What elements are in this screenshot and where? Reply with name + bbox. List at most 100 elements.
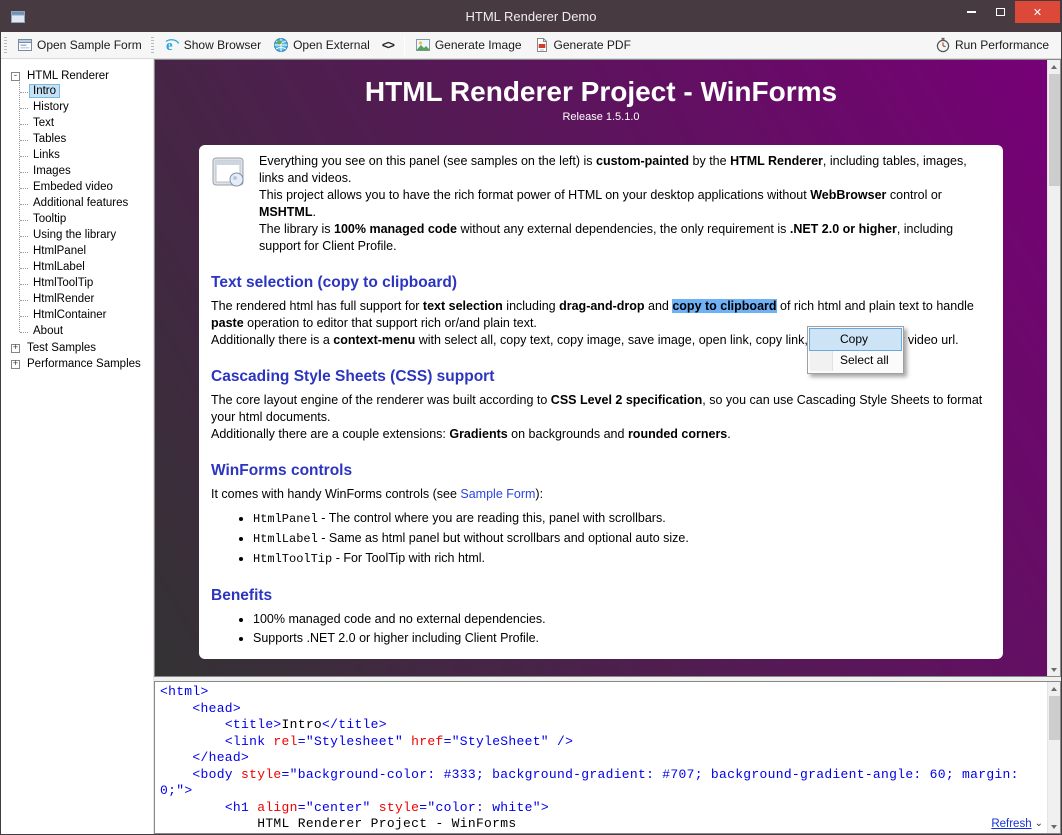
refresh-link[interactable]: Refresh bbox=[991, 818, 1031, 830]
code-line: <link rel="Stylesheet" href="StyleSheet"… bbox=[224, 733, 574, 749]
text-segment: HtmlLabel bbox=[253, 532, 318, 546]
html-source-editor[interactable]: <html> <head> <title>Intro</title> <link… bbox=[155, 682, 1047, 833]
text-segment: CSS Level 2 specification bbox=[550, 393, 703, 407]
scroll-down-icon[interactable] bbox=[1048, 663, 1061, 676]
text-segment: The rendered html has full support for bbox=[211, 299, 423, 313]
show-browser-button[interactable]: e Show Browser bbox=[158, 34, 267, 56]
run-performance-button[interactable]: Run Performance bbox=[929, 34, 1055, 56]
tree-item-label: Using the library bbox=[33, 229, 117, 241]
tree-item-label: History bbox=[33, 101, 69, 113]
text-segment: HtmlToolTip bbox=[253, 552, 333, 566]
css-paragraph: The core layout engine of the renderer w… bbox=[211, 392, 991, 443]
window-title: HTML Renderer Demo bbox=[465, 9, 597, 24]
text-segment: This project allows you to have the rich… bbox=[259, 188, 811, 202]
text-segment: control or bbox=[886, 188, 942, 202]
tree-item-label: Embeded video bbox=[33, 181, 113, 193]
open-external-button[interactable]: Open External bbox=[267, 34, 376, 56]
stopwatch-icon bbox=[935, 37, 951, 53]
scrollbar-thumb[interactable] bbox=[1049, 74, 1060, 186]
collapse-icon[interactable]: - bbox=[11, 71, 20, 81]
text-segment: .NET 2.0 or higher bbox=[789, 222, 897, 236]
form-icon bbox=[17, 37, 33, 53]
tree-node-test-samples[interactable]: + Test Samples bbox=[11, 340, 153, 356]
tree-item-links[interactable]: Links bbox=[15, 148, 153, 164]
tree-item-history[interactable]: History bbox=[15, 100, 153, 116]
tree-item-label: About bbox=[33, 325, 64, 337]
tree-item-htmlrender[interactable]: HtmlRender bbox=[15, 292, 153, 308]
tree-item-label: Intro bbox=[28, 84, 61, 98]
generate-pdf-button[interactable]: Generate PDF bbox=[528, 34, 637, 56]
tree-children: Intro History Text Tables Links Images Embeded… bbox=[15, 82, 153, 340]
html-source-panel: <html> <head> <title>Intro</title> <link… bbox=[154, 681, 1061, 834]
context-menu-item-copy[interactable]: Copy bbox=[809, 328, 902, 351]
tree-item-intro[interactable]: Intro bbox=[15, 84, 153, 100]
tree-item-label: Text bbox=[33, 117, 55, 129]
sample-form-link[interactable]: Sample Form bbox=[460, 487, 535, 501]
scroll-down-icon[interactable] bbox=[1048, 820, 1061, 833]
tree-item-about[interactable]: About bbox=[15, 324, 153, 340]
text-segment: . bbox=[312, 205, 316, 219]
show-browser-label: Show Browser bbox=[183, 38, 262, 52]
scrollbar-thumb[interactable] bbox=[1049, 696, 1060, 740]
source-scrollbar[interactable] bbox=[1047, 682, 1060, 833]
tree-item-htmlpanel[interactable]: HtmlPanel bbox=[15, 244, 153, 260]
tree-item-tooltip[interactable]: Tooltip bbox=[15, 212, 153, 228]
expand-icon[interactable]: + bbox=[11, 359, 20, 369]
open-sample-form-button[interactable]: Open Sample Form bbox=[11, 34, 148, 56]
toolstrip-grip[interactable] bbox=[150, 36, 154, 54]
run-performance-label: Run Performance bbox=[954, 38, 1049, 52]
toolstrip-grip[interactable] bbox=[4, 36, 7, 54]
samples-tree: - HTML Renderer Intro History Text Tables Li… bbox=[1, 59, 154, 834]
tree-item-additional-features[interactable]: Additional features bbox=[15, 196, 153, 212]
tree-root-label: Performance Samples bbox=[27, 358, 141, 370]
main-scrollbar[interactable] bbox=[1047, 60, 1060, 676]
content-card: Everything you see on this panel (see sa… bbox=[199, 145, 1003, 659]
tree-item-text[interactable]: Text bbox=[15, 116, 153, 132]
code-line: </head> bbox=[192, 750, 250, 765]
globe-icon bbox=[273, 37, 289, 53]
text-segment: HtmlPanel bbox=[253, 512, 318, 526]
generate-image-button[interactable]: Generate Image bbox=[409, 34, 528, 56]
expand-icon[interactable]: + bbox=[11, 343, 20, 353]
page-title: HTML Renderer Project - WinForms bbox=[364, 76, 838, 107]
tree-item-using-the-library[interactable]: Using the library bbox=[15, 228, 153, 244]
close-button[interactable]: ✕ bbox=[1015, 1, 1060, 23]
tree-node-performance-samples[interactable]: + Performance Samples bbox=[11, 356, 153, 372]
close-icon: ✕ bbox=[1032, 6, 1043, 19]
chevron-down-icon[interactable]: ⌄ bbox=[1035, 819, 1043, 829]
tree-collapsed-roots: + Test Samples + Performance Samples bbox=[11, 340, 153, 372]
tree-item-htmlcontainer[interactable]: HtmlContainer bbox=[15, 308, 153, 324]
code-line: <head> bbox=[192, 700, 242, 716]
tree-node-html-renderer[interactable]: - HTML Renderer bbox=[11, 68, 153, 84]
html-rendered-content[interactable]: HTML Renderer Project - WinForms Release… bbox=[155, 60, 1047, 676]
tree-item-label: Images bbox=[33, 165, 71, 177]
text-segment: The library is bbox=[259, 222, 335, 236]
tree-item-htmllabel[interactable]: HtmlLabel bbox=[15, 260, 153, 276]
maximize-button[interactable] bbox=[986, 1, 1015, 23]
scroll-up-icon[interactable] bbox=[1048, 60, 1061, 73]
text-segment: The core layout engine of the renderer w… bbox=[211, 393, 551, 407]
bullet-item: HtmlLabel - Same as html panel but witho… bbox=[253, 530, 991, 548]
text-segment: Supports .NET 2.0 or higher including Cl… bbox=[253, 631, 540, 645]
scroll-up-icon[interactable] bbox=[1048, 682, 1061, 695]
tree-item-embeded-video[interactable]: Embeded video bbox=[15, 180, 153, 196]
context-menu-item-select-all[interactable]: Select all bbox=[810, 350, 901, 371]
text-segment: without any external dependencies, the o… bbox=[457, 222, 790, 236]
text-segment: 100% managed code and no external depend… bbox=[253, 612, 546, 626]
minimize-button[interactable] bbox=[957, 1, 986, 23]
text-segment: Gradients bbox=[449, 427, 508, 441]
text-segment: of rich html and plain text to handle bbox=[776, 299, 974, 313]
tree-item-label: Tooltip bbox=[33, 213, 67, 225]
tree-item-htmltooltip[interactable]: HtmlToolTip bbox=[15, 276, 153, 292]
view-source-button[interactable]: <> bbox=[376, 35, 400, 55]
tree-item-images[interactable]: Images bbox=[15, 164, 153, 180]
tree-item-label: HtmlPanel bbox=[33, 245, 87, 257]
text-segment: Additionally there are a couple extensio… bbox=[211, 427, 450, 441]
tree-item-tables[interactable]: Tables bbox=[15, 132, 153, 148]
text-segment: WebBrowser bbox=[810, 188, 887, 202]
bullet-item: Supports .NET 2.0 or higher including Cl… bbox=[253, 630, 991, 647]
text-segment: - For ToolTip with rich html. bbox=[332, 551, 486, 565]
text-segment: rounded corners bbox=[627, 427, 728, 441]
htmlpanel-icon bbox=[211, 155, 247, 194]
app-icon[interactable] bbox=[10, 9, 26, 25]
